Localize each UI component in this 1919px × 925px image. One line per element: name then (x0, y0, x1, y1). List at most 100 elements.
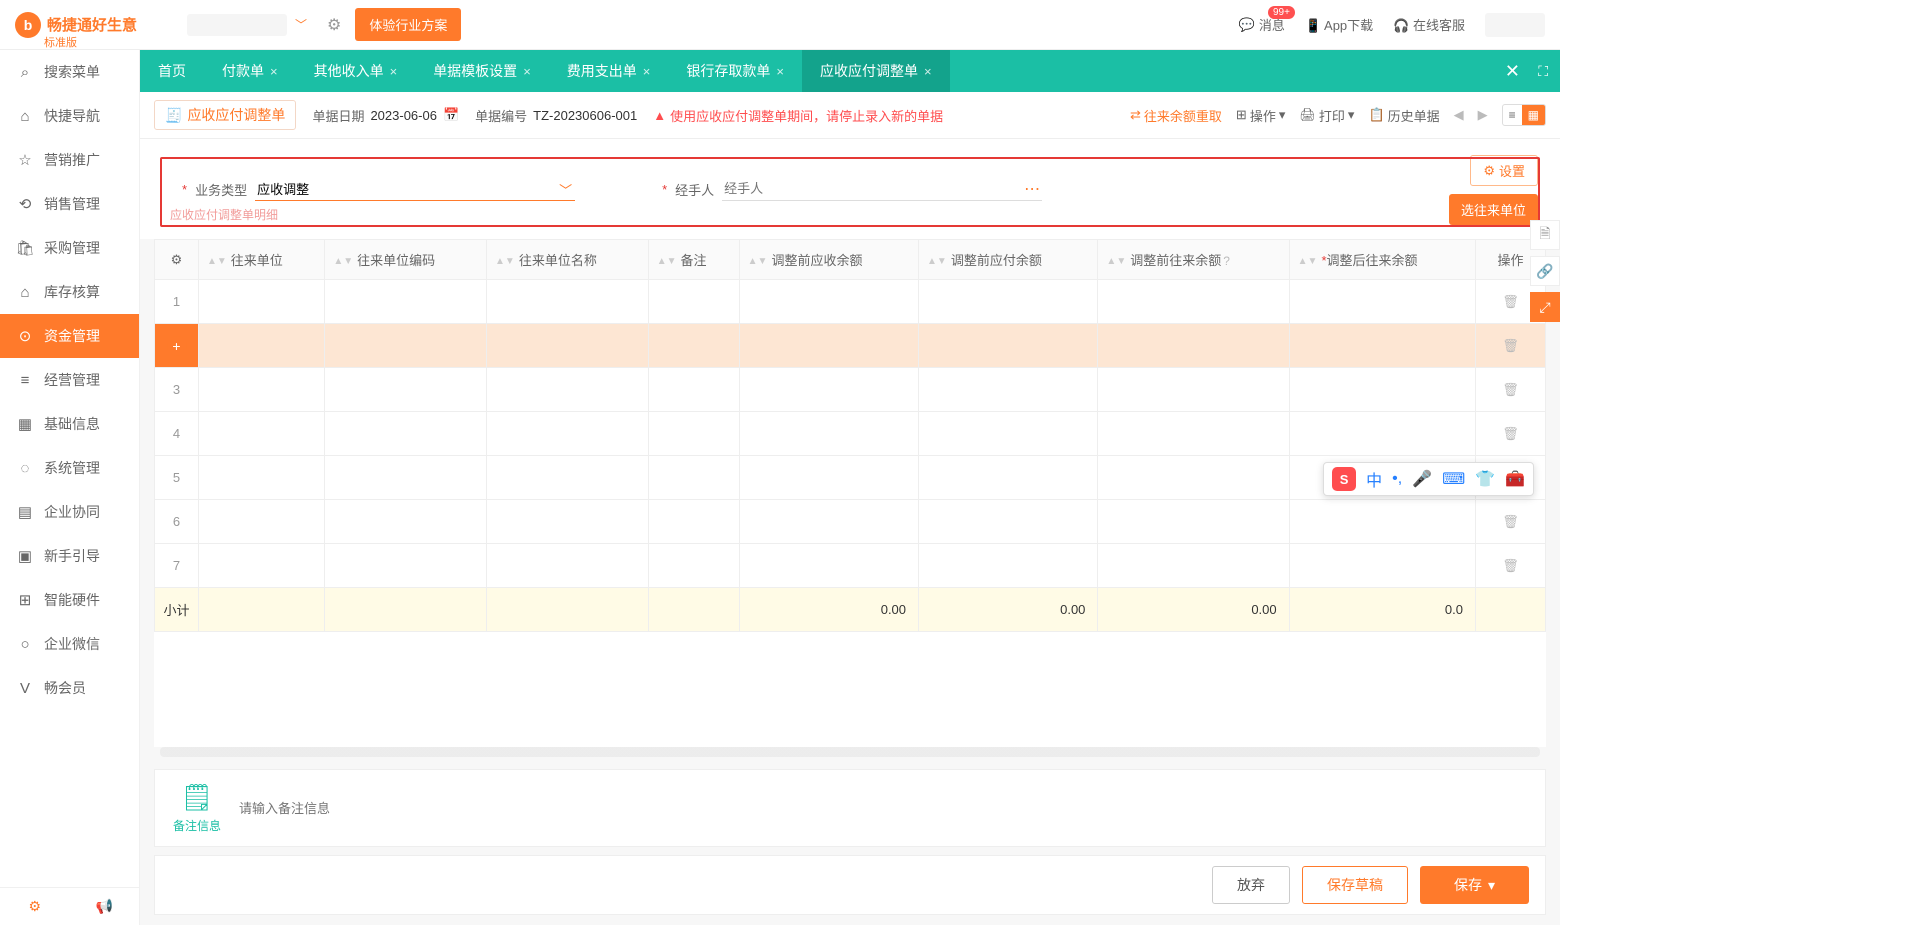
calendar-icon[interactable]: 📅 (443, 107, 459, 123)
sidebar-sound[interactable]: 📢 (70, 888, 140, 925)
handler-input[interactable] (722, 177, 1042, 201)
gear-icon[interactable]: ⚙ (327, 15, 341, 35)
close-icon[interactable]: × (924, 64, 932, 79)
table-row[interactable]: 3🗑 (155, 368, 1546, 412)
app-download-link[interactable]: 📱 App下载 (1305, 15, 1373, 34)
ime-keyboard-icon[interactable]: ⌨ (1442, 469, 1465, 489)
subtotal-row: 小计0.000.000.000.0 (155, 588, 1546, 632)
reget-balance-link[interactable]: ⇄ 往来余额重取 (1130, 106, 1222, 125)
sort-icon[interactable]: ▲▼ (1298, 259, 1318, 265)
close-icon[interactable]: × (523, 64, 531, 79)
close-icon[interactable]: × (643, 64, 651, 79)
table-row[interactable]: +🗑 (155, 324, 1546, 368)
ime-punct-icon[interactable]: •, (1392, 470, 1402, 488)
rail-link-icon[interactable]: 🔗 (1530, 256, 1560, 286)
support-link[interactable]: 🎧 在线客服 (1393, 15, 1465, 34)
col-gear[interactable]: ⚙ (155, 240, 199, 280)
table-row[interactable]: 1🗑 (155, 280, 1546, 324)
view-toggle[interactable]: ≡ ▦ (1502, 104, 1546, 126)
tab-6[interactable]: 应收应付调整单× (802, 50, 950, 92)
view-list-icon[interactable]: ≡ (1503, 105, 1522, 125)
sidebar-item-0[interactable]: ⌕搜索菜单 (0, 50, 139, 94)
delete-icon[interactable]: 🗑 (1502, 382, 1519, 397)
col-1[interactable]: ▲▼往来单位编码 (325, 240, 487, 280)
close-icon[interactable]: × (776, 64, 784, 79)
col-3[interactable]: ▲▼备注 (648, 240, 739, 280)
close-icon[interactable]: × (270, 64, 278, 79)
delete-icon[interactable]: 🗑 (1502, 558, 1519, 573)
remark-input[interactable] (239, 801, 1527, 816)
tab-close-all[interactable]: ✕ (1505, 61, 1520, 82)
ime-lang[interactable]: 中 (1366, 467, 1382, 491)
close-icon[interactable]: × (390, 64, 398, 79)
trial-button[interactable]: 体验行业方案 (355, 8, 461, 41)
sidebar-collapse[interactable]: ⚙ (0, 888, 70, 925)
sidebar-item-4[interactable]: 🛍采购管理 (0, 226, 139, 270)
doc-icon: 🧾 (165, 107, 182, 124)
sort-icon[interactable]: ▲▼ (1106, 259, 1126, 265)
col-6[interactable]: ▲▼调整前往来余额? (1098, 240, 1289, 280)
sidebar-item-9[interactable]: ◌系统管理 (0, 446, 139, 490)
col-0[interactable]: ▲▼往来单位 (199, 240, 325, 280)
add-row-icon[interactable]: + (167, 336, 187, 356)
sidebar-item-1[interactable]: ⌂快捷导航 (0, 94, 139, 138)
discard-button[interactable]: 放弃 (1212, 866, 1290, 904)
table-row[interactable]: 6🗑 (155, 500, 1546, 544)
history-link[interactable]: 📋 历史单据 (1368, 106, 1439, 125)
table-row[interactable]: 7🗑 (155, 544, 1546, 588)
col-2[interactable]: ▲▼往来单位名称 (487, 240, 649, 280)
sidebar-item-7[interactable]: ≡经营管理 (0, 358, 139, 402)
tab-0[interactable]: 首页 (140, 50, 204, 92)
sort-icon[interactable]: ▲▼ (495, 259, 515, 265)
ime-tool-icon[interactable]: 🧰 (1505, 469, 1525, 489)
help-icon[interactable]: ? (1223, 254, 1230, 268)
sidebar-item-12[interactable]: ⊞智能硬件 (0, 578, 139, 622)
sort-icon[interactable]: ▲▼ (927, 259, 947, 265)
tab-2[interactable]: 其他收入单× (296, 50, 416, 92)
sidebar-item-2[interactable]: ☆营销推广 (0, 138, 139, 182)
sort-icon[interactable]: ▲▼ (207, 259, 227, 265)
tab-5[interactable]: 银行存取款单× (668, 50, 802, 92)
sidebar-item-13[interactable]: ○企业微信 (0, 622, 139, 666)
ime-toolbar[interactable]: S 中 •, 🎤 ⌨ 👕 🧰 (1323, 462, 1534, 496)
delete-icon[interactable]: 🗑 (1502, 294, 1519, 309)
delete-icon[interactable]: 🗑 (1502, 338, 1519, 353)
save-draft-button[interactable]: 保存草稿 (1302, 866, 1408, 904)
col-4[interactable]: ▲▼调整前应收余额 (739, 240, 918, 280)
company-selector[interactable]: ﹀ (187, 14, 307, 36)
tab-1[interactable]: 付款单× (204, 50, 296, 92)
sidebar-item-10[interactable]: ▤企业协同 (0, 490, 139, 534)
biz-type-select[interactable] (255, 177, 575, 201)
date-value[interactable]: 2023-06-06 (370, 108, 437, 123)
messages-link[interactable]: 💬 消息 99+ (1239, 15, 1285, 34)
tab-3[interactable]: 单据模板设置× (415, 50, 549, 92)
sidebar-item-11[interactable]: ▣新手引导 (0, 534, 139, 578)
sidebar-item-8[interactable]: ▦基础信息 (0, 402, 139, 446)
sort-icon[interactable]: ▲▼ (333, 259, 353, 265)
next-arrow-icon[interactable]: ▶ (1478, 107, 1488, 123)
print-menu[interactable]: 🖨 打印 ▾ (1299, 106, 1354, 125)
col-7[interactable]: ▲▼*调整后往来余额 (1289, 240, 1475, 280)
operate-menu[interactable]: ⊞ 操作 ▾ (1236, 106, 1285, 125)
view-card-icon[interactable]: ▦ (1522, 105, 1545, 125)
sort-icon[interactable]: ▲▼ (657, 259, 677, 265)
tab-expand-icon[interactable]: ⛶ (1538, 63, 1548, 80)
sidebar-item-3[interactable]: ⟲销售管理 (0, 182, 139, 226)
delete-icon[interactable]: 🗑 (1502, 426, 1519, 441)
horizontal-scrollbar[interactable] (160, 747, 1540, 757)
table-row[interactable]: 4🗑 (155, 412, 1546, 456)
tab-4[interactable]: 费用支出单× (549, 50, 669, 92)
sidebar-item-6[interactable]: ⊙资金管理 (0, 314, 139, 358)
delete-icon[interactable]: 🗑 (1502, 514, 1519, 529)
save-button[interactable]: 保存▾ (1420, 866, 1529, 904)
rail-expand-icon[interactable]: ⤢ (1530, 292, 1560, 322)
ime-mic-icon[interactable]: 🎤 (1412, 469, 1432, 489)
sidebar-item-14[interactable]: V畅会员 (0, 666, 139, 710)
sidebar-item-5[interactable]: ⌂库存核算 (0, 270, 139, 314)
user-avatar[interactable] (1485, 13, 1545, 37)
sort-icon[interactable]: ▲▼ (748, 259, 768, 265)
prev-arrow-icon[interactable]: ◀ (1454, 107, 1464, 123)
ime-skin-icon[interactable]: 👕 (1475, 469, 1495, 489)
col-5[interactable]: ▲▼调整前应付余额 (919, 240, 1098, 280)
rail-note-icon[interactable]: 🗎 (1530, 220, 1560, 250)
